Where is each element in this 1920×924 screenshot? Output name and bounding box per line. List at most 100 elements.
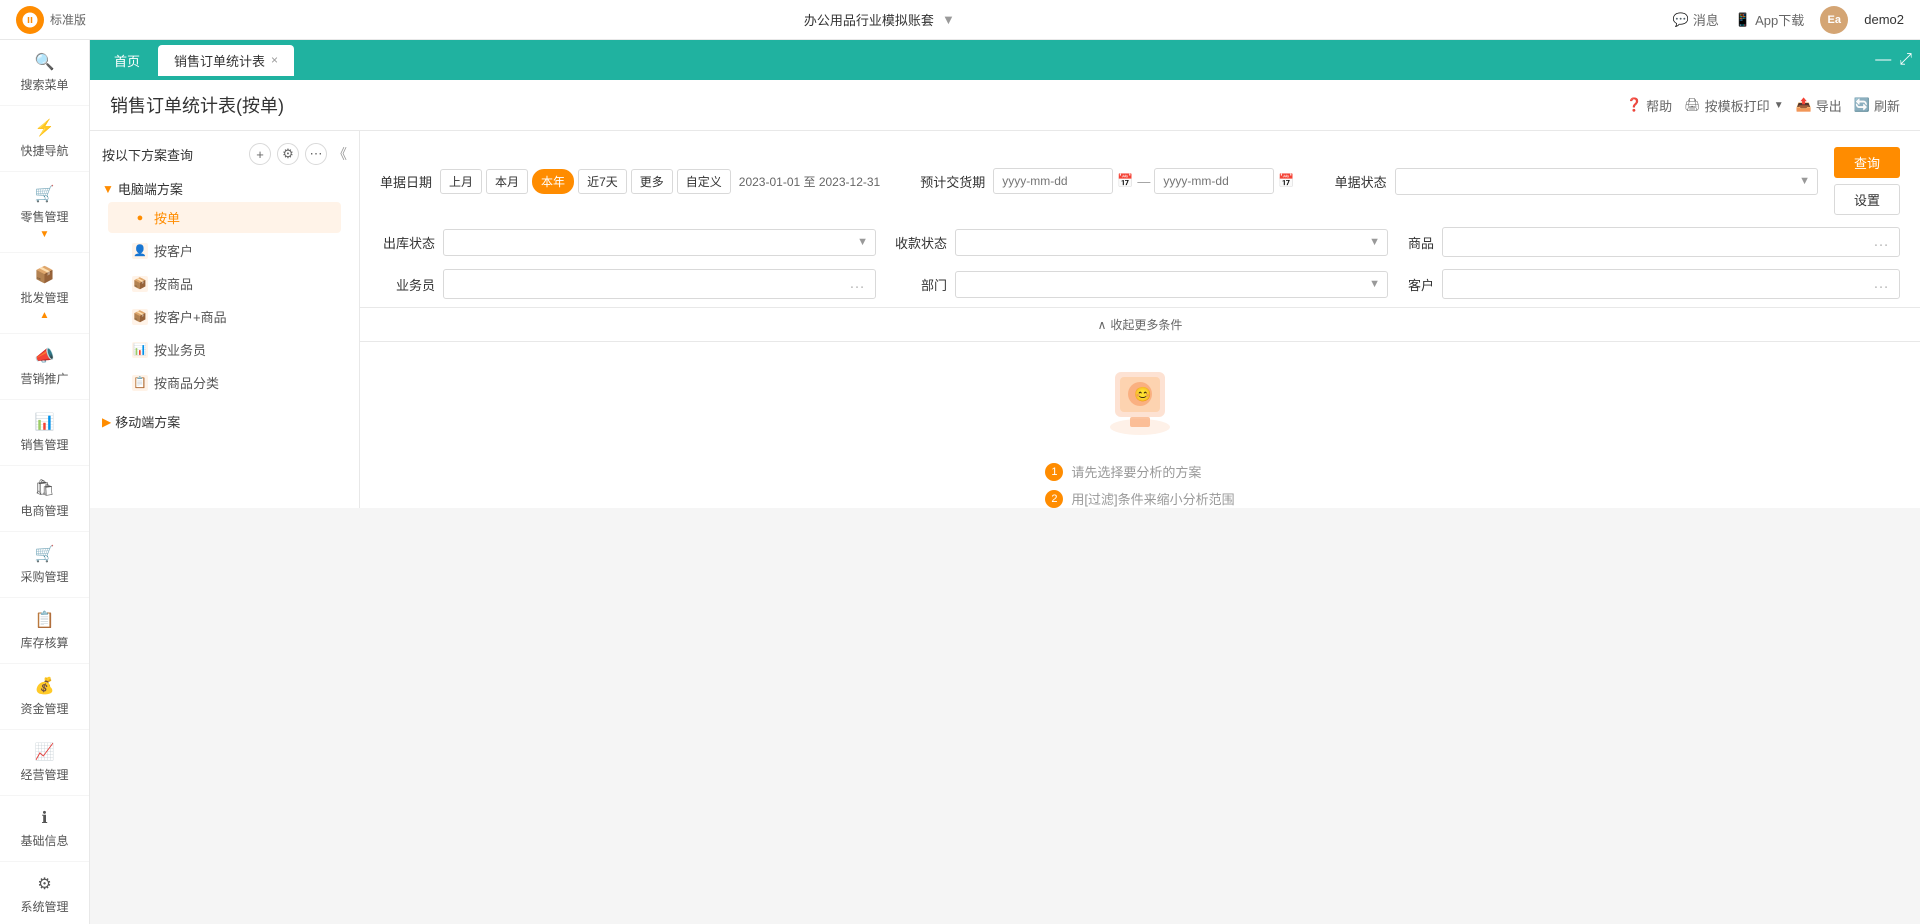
help-button[interactable]: ❓ 帮助 [1626,96,1672,115]
sidebar-item-purchase[interactable]: 🛒 采购管理 [0,532,89,598]
calendar-from-icon[interactable]: 📅 [1117,173,1133,189]
search-icon: 🔍 [35,52,55,72]
settings-button[interactable]: 设置 [1834,184,1900,215]
retail-expand-icon: ▼ [40,229,50,240]
collection-status-label: 收款状态 [892,233,947,252]
salesman-input[interactable]: … [443,269,876,299]
customer-input[interactable]: … [1442,269,1900,299]
sidebar-item-inventory[interactable]: 📋 库存核算 [0,598,89,664]
calendar-to-icon[interactable]: 📅 [1278,173,1294,189]
sidebar-quicknav-label: 快捷导航 [20,142,68,159]
scheme-category-header-mobile[interactable]: ▶ 移动端方案 [102,412,347,431]
date-btn-last-month[interactable]: 上月 [440,169,482,194]
page-header-actions: ❓ 帮助 🖨 按模板打印 ▼ 📤 导出 🔄 刷新 [1626,96,1900,127]
sidebar-wholesale-label: 批发管理 [20,289,68,306]
scheme-item-label-customer: 按客户 [154,241,193,260]
scheme-add-button[interactable]: + [249,143,271,165]
collection-status-select[interactable] [955,229,1388,256]
app-icon: 📱 [1735,12,1751,28]
date-btn-7days[interactable]: 近7天 [578,169,627,194]
scheme-mobile-category: ▶ 移动端方案 [90,406,359,441]
collapse-bar-inner: ∧ 收起更多条件 [1098,316,1183,333]
sidebar-item-marketing[interactable]: 📣 营销推广 [0,334,89,400]
date-btn-more[interactable]: 更多 [631,169,673,194]
refresh-button[interactable]: 🔄 刷新 [1854,96,1900,115]
scheme-collapse-button[interactable]: 《 [333,144,347,164]
tab-close-icon[interactable]: × [271,53,278,67]
date-range-display: 2023-01-01 至 2023-12-31 [739,173,880,190]
scheme-item-by-customer-goods[interactable]: 📦 按客户+商品 [108,301,341,332]
sidebar-item-wholesale[interactable]: 📦 批发管理 ▲ [0,253,89,334]
app-download-button[interactable]: 📱 App下载 [1735,10,1804,29]
tab-home[interactable]: 首页 [98,45,156,76]
department-label: 部门 [892,275,947,294]
scheme-category-header-pc[interactable]: ▼ 电脑端方案 [102,179,347,198]
filter-status-section: 单据状态 ▼ [1335,168,1818,195]
sidebar-purchase-label: 采购管理 [20,568,68,585]
collapse-up-icon: ∧ [1098,318,1107,332]
date-buttons: 上月 本月 本年 近7天 更多 自定义 [440,169,731,194]
tab-minimize-icon[interactable]: — [1875,51,1891,69]
sidebar-item-basicinfo[interactable]: ℹ 基础信息 [0,796,89,862]
tab-sales-order[interactable]: 销售订单统计表 × [158,45,294,76]
user-name: demo2 [1864,12,1904,27]
date-btn-this-year[interactable]: 本年 [532,169,574,194]
print-button[interactable]: 🖨 按模板打印 ▼ [1684,96,1783,115]
goods-more-icon[interactable]: … [1873,233,1889,251]
scheme-edit-button[interactable]: ⚙ [277,143,299,165]
topbar-center: 办公用品行业模拟账套 ▼ [804,10,955,29]
avatar[interactable]: Ea [1820,6,1848,34]
scheme-more-button[interactable]: ⋯ [305,143,327,165]
customer-more-icon[interactable]: … [1873,275,1889,293]
company-dropdown-icon[interactable]: ▼ [942,12,955,27]
empty-illustration: 😊 [1090,342,1190,442]
sidebar: 🔍 搜索菜单 ⚡ 快捷导航 🛒 零售管理 ▼ 📦 批发管理 ▲ 📣 营销推广 📊… [0,40,90,924]
delivery-label: 预计交货期 [920,172,985,191]
date-btn-this-month[interactable]: 本月 [486,169,528,194]
scheme-header-label: 按以下方案查询 [102,145,193,164]
salesman-more-icon[interactable]: … [849,275,865,293]
sidebar-item-operation[interactable]: 📈 经营管理 [0,730,89,796]
export-button[interactable]: 📤 导出 [1796,96,1842,115]
sidebar-item-quicknav[interactable]: ⚡ 快捷导航 [0,106,89,172]
date-btn-custom[interactable]: 自定义 [677,169,731,194]
goods-input[interactable]: … [1442,227,1900,257]
sidebar-item-system[interactable]: ⚙ 系统管理 [0,862,89,924]
scheme-item-by-goods[interactable]: 📦 按商品 [108,268,341,299]
logo-text: 标准版 [50,11,86,28]
sidebar-item-retail[interactable]: 🛒 零售管理 ▼ [0,172,89,253]
sidebar-item-sales[interactable]: 📊 销售管理 [0,400,89,466]
purchase-icon: 🛒 [35,544,55,564]
department-select[interactable] [955,271,1388,298]
scheme-item-by-order[interactable]: ● 按单 [108,202,341,233]
sales-icon: 📊 [35,412,55,432]
query-button[interactable]: 查询 [1834,147,1900,178]
scheme-item-by-customer[interactable]: 👤 按客户 [108,235,341,266]
collapse-bar[interactable]: ∧ 收起更多条件 [360,308,1920,342]
filter-row-3: 业务员 … 部门 ▼ [380,269,1900,299]
sidebar-item-finance[interactable]: 💰 资金管理 [0,664,89,730]
delivery-date-from[interactable] [993,168,1113,194]
doc-status-select[interactable] [1395,168,1818,195]
sidebar-item-search[interactable]: 🔍 搜索菜单 [0,40,89,106]
delivery-date-to[interactable] [1154,168,1274,194]
sidebar-item-ecommerce[interactable]: 🛍 电商管理 [0,466,89,532]
scheme-item-label-cg: 按客户+商品 [154,307,227,326]
filter-row-1: 单据日期 上月 本月 本年 近7天 更多 自定义 [380,147,1900,215]
finance-icon: 💰 [35,676,55,696]
tab-bar: 首页 销售订单统计表 × — ⤢ [90,40,1920,80]
scheme-item-by-salesman[interactable]: 📊 按业务员 [108,334,341,365]
scheme-item-by-goods-cat[interactable]: 📋 按商品分类 [108,367,341,398]
topbar-left: 标准版 [16,6,86,34]
inventory-icon: 📋 [35,610,55,630]
scheme-item-label-goods-cat: 按商品分类 [154,373,219,392]
filter-delivery-section: 预计交货期 📅 — 📅 [920,168,1294,194]
tab-maximize-icon[interactable]: ⤢ [1899,51,1912,69]
action-buttons: 查询 设置 [1834,147,1900,215]
sidebar-marketing-label: 营销推广 [20,370,68,387]
collapse-label: 收起更多条件 [1110,316,1182,333]
message-button[interactable]: 💬 消息 [1673,10,1719,29]
goods-label: 商品 [1404,233,1434,252]
shipment-status-select[interactable] [443,229,876,256]
scheme-header: 按以下方案查询 + ⚙ ⋯ 《 [90,143,359,173]
